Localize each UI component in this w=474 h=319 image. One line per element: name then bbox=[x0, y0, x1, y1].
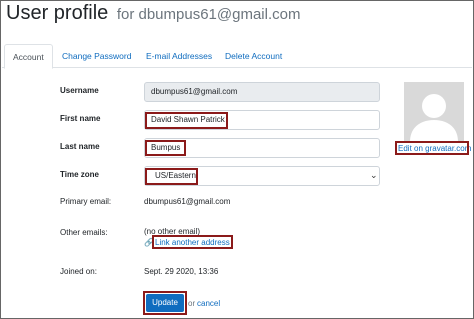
tab-delete-account[interactable]: Delete Account bbox=[217, 44, 290, 68]
username-label: Username bbox=[60, 86, 99, 95]
gravatar-link-highlight bbox=[395, 141, 469, 155]
or-text: or bbox=[188, 299, 196, 308]
chevron-down-icon: ⌄ bbox=[370, 170, 378, 180]
primary-email-label: Primary email: bbox=[60, 197, 112, 206]
avatar-placeholder-icon bbox=[404, 82, 464, 142]
username-field: dbumpus61@gmail.com bbox=[144, 82, 380, 102]
joined-on-value: Sept. 29 2020, 13:36 bbox=[144, 267, 219, 276]
time-zone-highlight bbox=[145, 168, 198, 185]
first-name-highlight bbox=[145, 112, 228, 129]
tab-bar: Account Change Password E-mail Addresses… bbox=[2, 44, 472, 69]
tab-change-password[interactable]: Change Password bbox=[54, 44, 139, 68]
link-another-address-highlight bbox=[152, 235, 233, 249]
tab-account[interactable]: Account bbox=[4, 44, 53, 69]
avatar bbox=[404, 82, 464, 142]
page-subtitle: for dbumpus61@gmail.com bbox=[116, 6, 301, 23]
primary-email-value: dbumpus61@gmail.com bbox=[144, 197, 231, 206]
joined-on-label: Joined on: bbox=[60, 267, 97, 276]
last-name-label: Last name bbox=[60, 142, 100, 151]
first-name-label: First name bbox=[60, 114, 101, 123]
time-zone-label: Time zone bbox=[60, 170, 99, 179]
last-name-highlight bbox=[145, 140, 186, 156]
other-emails-label: Other emails: bbox=[60, 228, 108, 237]
page-title-text: User profile bbox=[6, 2, 109, 24]
page-title: User profile for dbumpus61@gmail.com bbox=[6, 2, 300, 25]
tab-email-addresses[interactable]: E-mail Addresses bbox=[138, 44, 220, 68]
cancel-link[interactable]: cancel bbox=[197, 299, 220, 308]
update-button-highlight bbox=[143, 291, 187, 315]
